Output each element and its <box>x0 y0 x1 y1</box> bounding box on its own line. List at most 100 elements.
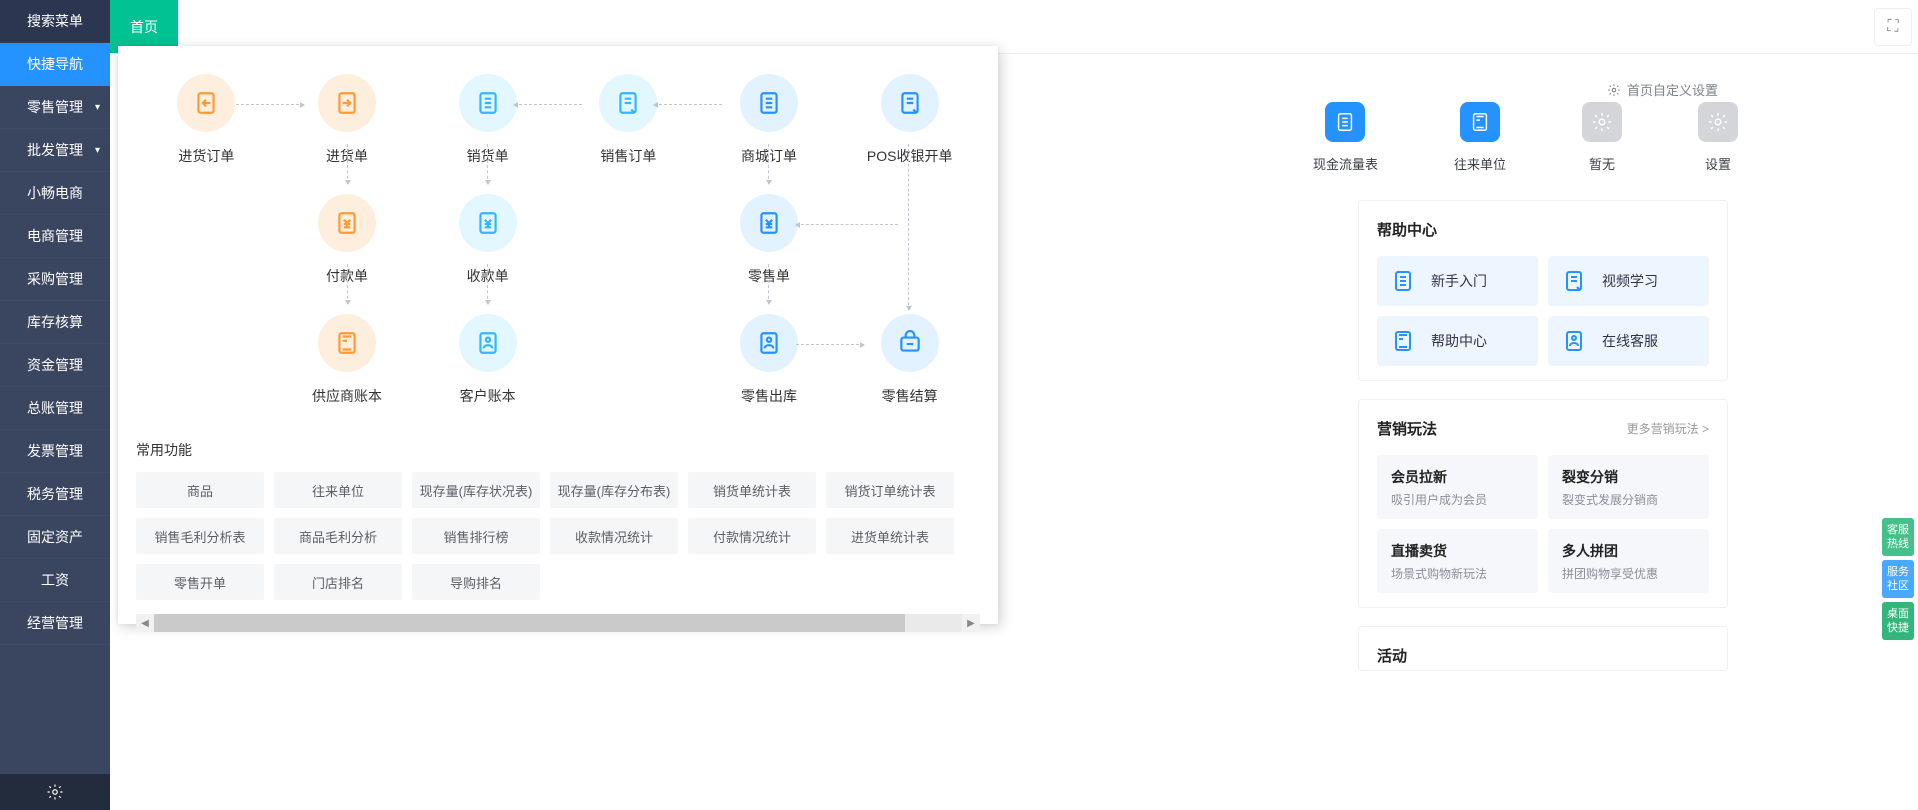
chip-11[interactable]: 进货单统计表 <box>826 518 954 554</box>
common-functions: 商品往来单位现存量(库存状况表) 现存量(库存分布表) 销货单统计表销货订单统计表销… <box>136 472 980 600</box>
marketing-card-1[interactable]: 裂变分销裂变式发展分销商 <box>1548 455 1709 519</box>
right-column: 帮助中心 新手入门视频学习帮助中心在线客服 营销玩法 更多营销玩法 > 会员拉新… <box>1358 200 1728 689</box>
help-item-3[interactable]: 在线客服 <box>1548 316 1709 366</box>
flow-node-icon <box>881 314 939 372</box>
shortcut-tile-1[interactable]: 往来单位 <box>1454 102 1506 173</box>
help-icon <box>1391 269 1415 293</box>
shortcut-tile-0[interactable]: 现金流量表 <box>1313 102 1378 173</box>
home-custom-settings[interactable]: 首页自定义设置 <box>1607 80 1718 99</box>
scroll-track[interactable] <box>154 614 962 632</box>
flow-node-供应商账本[interactable]: 供应商账本 <box>312 314 382 406</box>
chip-1[interactable]: 往来单位 <box>274 472 402 508</box>
floating-badge-2[interactable]: 桌面 快捷 <box>1882 602 1914 640</box>
flow-node-销售订单[interactable]: 销售订单 <box>599 74 657 166</box>
sidebar-settings-button[interactable] <box>0 774 110 810</box>
shortcut-tiles: 现金流量表 往来单位 暂无设置 <box>1313 102 1738 173</box>
flow-node-icon <box>177 74 235 132</box>
help-label: 视频学习 <box>1602 271 1658 291</box>
tile-icon <box>1582 102 1622 142</box>
help-label: 在线客服 <box>1602 331 1658 351</box>
sidebar-item-9[interactable]: 总账管理 <box>0 387 110 430</box>
sidebar-item-11[interactable]: 税务管理 <box>0 473 110 516</box>
chip-10[interactable]: 付款情况统计 <box>688 518 816 554</box>
sidebar-item-1[interactable]: 快捷导航 <box>0 43 110 86</box>
chip-13[interactable]: 门店排名 <box>274 564 402 600</box>
chip-7[interactable]: 商品毛利分析 <box>274 518 402 554</box>
gear-icon <box>46 783 64 801</box>
shortcut-tile-2[interactable]: 暂无 <box>1582 102 1622 173</box>
sidebar: 搜索菜单快捷导航零售管理▾批发管理▾小畅电商电商管理采购管理库存核算资金管理总账… <box>0 0 110 810</box>
scroll-left[interactable]: ◀ <box>136 614 154 632</box>
sidebar-item-13[interactable]: 工资 <box>0 559 110 602</box>
marketing-sub: 吸引用户成为会员 <box>1391 491 1524 508</box>
shortcut-tile-3[interactable]: 设置 <box>1698 102 1738 173</box>
sidebar-item-4[interactable]: 小畅电商 <box>0 172 110 215</box>
sidebar-item-14[interactable]: 经营管理 <box>0 602 110 645</box>
marketing-card-3[interactable]: 多人拼团拼团购物享受优惠 <box>1548 529 1709 593</box>
sidebar-item-0[interactable]: 搜索菜单 <box>0 0 110 43</box>
flow-node-零售出库[interactable]: 零售出库 <box>740 314 798 406</box>
marketing-sub: 场景式购物新玩法 <box>1391 565 1524 582</box>
flow-node-label: 销售订单 <box>600 146 656 166</box>
more-marketing-link[interactable]: 更多营销玩法 > <box>1627 420 1709 437</box>
flow-node-label: 进货订单 <box>178 146 234 166</box>
chip-8[interactable]: 销售排行榜 <box>412 518 540 554</box>
sidebar-item-6[interactable]: 采购管理 <box>0 258 110 301</box>
h-scrollbar[interactable]: ◀ ▶ <box>136 614 980 632</box>
marketing-sub: 拼团购物享受优惠 <box>1562 565 1695 582</box>
chevron-down-icon: ▾ <box>95 145 100 156</box>
flow-node-客户账本[interactable]: 客户账本 <box>459 314 517 406</box>
content: 首页自定义设置 现金流量表往来单位暂无设置 <box>110 54 1918 810</box>
flow-node-label: 客户账本 <box>460 386 516 406</box>
flow-node-icon <box>459 314 517 372</box>
floating-badge-0[interactable]: 客服 热线 <box>1882 518 1914 556</box>
chip-5[interactable]: 销货订单统计表 <box>826 472 954 508</box>
tile-label: 现金流量表 <box>1313 154 1378 173</box>
chip-6[interactable]: 销售毛利分析表 <box>136 518 264 554</box>
help-item-2[interactable]: 帮助中心 <box>1377 316 1538 366</box>
sidebar-item-7[interactable]: 库存核算 <box>0 301 110 344</box>
scroll-right[interactable]: ▶ <box>962 614 980 632</box>
chip-14[interactable]: 导购排名 <box>412 564 540 600</box>
chip-12[interactable]: 零售开单 <box>136 564 264 600</box>
scroll-thumb[interactable] <box>154 614 905 632</box>
flow-node-label: 供应商账本 <box>312 386 382 406</box>
panel-marketing-title: 营销玩法 <box>1377 418 1437 439</box>
tile-label: 往来单位 <box>1454 154 1506 173</box>
sidebar-item-5[interactable]: 电商管理 <box>0 215 110 258</box>
flow-node-POS收银开单[interactable]: POS收银开单 <box>867 74 953 166</box>
marketing-card-0[interactable]: 会员拉新吸引用户成为会员 <box>1377 455 1538 519</box>
flow-node-进货订单[interactable]: 进货订单 <box>177 74 235 166</box>
custom-link-label: 首页自定义设置 <box>1627 80 1718 99</box>
quick-nav-popover: 进货订单进货单销货单销售订单商城订单POS收银开单付款单收款单零售单供应商账本客… <box>118 46 998 624</box>
marketing-title: 多人拼团 <box>1562 541 1695 561</box>
flow-node-icon <box>881 74 939 132</box>
tile-icon <box>1460 102 1500 142</box>
sidebar-item-10[interactable]: 发票管理 <box>0 430 110 473</box>
floating-badges: 客服 热线服务 社区桌面 快捷 <box>1882 518 1914 640</box>
marketing-sub: 裂变式发展分销商 <box>1562 491 1695 508</box>
flow-node-icon <box>599 74 657 132</box>
flow-node-icon <box>459 194 517 252</box>
tile-label: 设置 <box>1705 154 1731 173</box>
chip-0[interactable]: 商品 <box>136 472 264 508</box>
flow-diagram: 进货订单进货单销货单销售订单商城订单POS收银开单付款单收款单零售单供应商账本客… <box>136 74 980 434</box>
help-icon <box>1562 329 1586 353</box>
marketing-card-2[interactable]: 直播卖货场景式购物新玩法 <box>1377 529 1538 593</box>
chip-3[interactable]: 现存量(库存分布表) <box>550 472 678 508</box>
panel-activity-title: 活动 <box>1377 645 1709 666</box>
help-item-1[interactable]: 视频学习 <box>1548 256 1709 306</box>
chip-9[interactable]: 收款情况统计 <box>550 518 678 554</box>
flow-node-零售结算[interactable]: 零售结算 <box>881 314 939 406</box>
help-item-0[interactable]: 新手入门 <box>1377 256 1538 306</box>
chip-2[interactable]: 现存量(库存状况表) <box>412 472 540 508</box>
chip-4[interactable]: 销货单统计表 <box>688 472 816 508</box>
floating-badge-1[interactable]: 服务 社区 <box>1882 560 1914 598</box>
sidebar-item-12[interactable]: 固定资产 <box>0 516 110 559</box>
panel-help: 帮助中心 新手入门视频学习帮助中心在线客服 <box>1358 200 1728 381</box>
sidebar-item-8[interactable]: 资金管理 <box>0 344 110 387</box>
sidebar-item-3[interactable]: 批发管理▾ <box>0 129 110 172</box>
marketing-title: 会员拉新 <box>1391 467 1524 487</box>
sidebar-item-2[interactable]: 零售管理▾ <box>0 86 110 129</box>
fullscreen-button[interactable]: ⛶ <box>1874 8 1912 46</box>
